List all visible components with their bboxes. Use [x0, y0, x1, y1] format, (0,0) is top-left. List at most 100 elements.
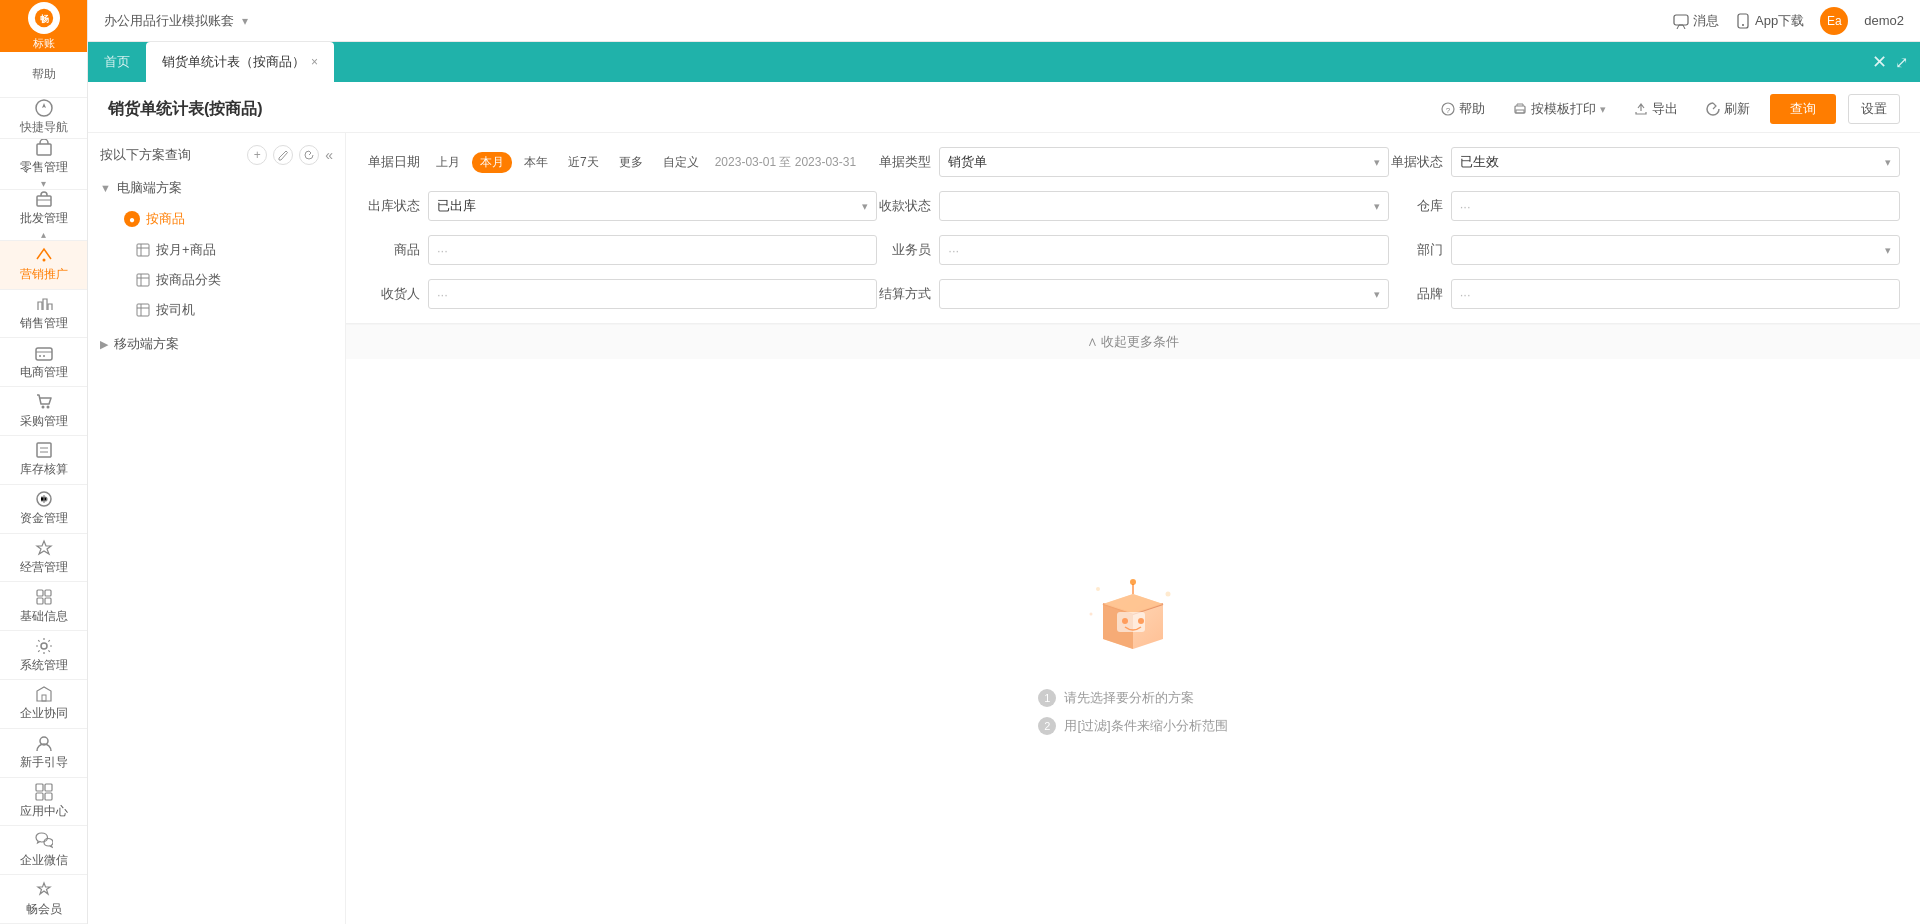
- tab-sales-stat[interactable]: 销货单统计表（按商品） ×: [146, 42, 334, 82]
- sidebar-item-system[interactable]: 系统管理: [0, 631, 88, 680]
- receiver-select[interactable]: ···: [428, 279, 877, 309]
- warehouse-label: 仓库: [1389, 197, 1451, 215]
- wholesale-arrow: ▴: [41, 229, 46, 240]
- scheme-item-by-goods[interactable]: ● 按商品: [88, 203, 345, 235]
- sidebar-search[interactable]: 帮助: [0, 52, 88, 97]
- sidebar-item-sales[interactable]: 销售管理: [0, 290, 88, 339]
- print-label: 按模板打印: [1531, 100, 1596, 118]
- marketing-label: 营销推广: [20, 266, 68, 283]
- tab-sales-stat-label: 销货单统计表（按商品）: [162, 53, 305, 71]
- tab-close-icon[interactable]: ×: [311, 55, 318, 69]
- search-label: 帮助: [32, 66, 56, 83]
- app-logo[interactable]: 畅 标账: [0, 0, 88, 52]
- receiver-dots: ···: [437, 287, 868, 302]
- member-icon: [35, 881, 53, 899]
- export-icon: [1634, 102, 1648, 116]
- page-title: 销货单统计表(按商品): [108, 99, 263, 120]
- receipt-status-select[interactable]: ▾: [939, 191, 1388, 221]
- payment-select[interactable]: ▾: [939, 279, 1388, 309]
- date-tab-this-month[interactable]: 本月: [472, 152, 512, 173]
- purchase-icon: [35, 393, 53, 411]
- refresh-label: 刷新: [1724, 100, 1750, 118]
- sidebar-item-purchase[interactable]: 采购管理: [0, 387, 88, 436]
- out-status-arrow: ▾: [862, 200, 868, 213]
- sidebar-item-basic[interactable]: 基础信息: [0, 582, 88, 631]
- scheme-collapse-btn[interactable]: «: [325, 147, 333, 163]
- tip-2-text: 用[过滤]条件来缩小分析范围: [1064, 717, 1227, 735]
- table-icon-3: [136, 303, 150, 317]
- date-tab-7days[interactable]: 近7天: [560, 152, 607, 173]
- doc-status-label: 单据状态: [1389, 153, 1451, 171]
- filter-salesman-group: 业务员 ···: [877, 235, 1388, 265]
- sidebar-item-retail[interactable]: 零售管理 ▾: [0, 139, 88, 190]
- scheme-group-mobile-header[interactable]: ▶ 移动端方案: [88, 329, 345, 359]
- print-arrow[interactable]: ▾: [1600, 103, 1606, 116]
- dept-select[interactable]: ▾: [1451, 235, 1900, 265]
- salesman-dots: ···: [948, 243, 1379, 258]
- warehouse-select[interactable]: ···: [1451, 191, 1900, 221]
- sidebar-item-finance[interactable]: 资金管理: [0, 485, 88, 534]
- refresh-btn[interactable]: 刷新: [1698, 96, 1758, 122]
- workspace-dropdown-arrow[interactable]: ▾: [242, 14, 248, 28]
- user-avatar[interactable]: Ea: [1820, 7, 1848, 35]
- sidebar-item-member[interactable]: 畅会员: [0, 875, 88, 924]
- tab-close-window-icon[interactable]: ✕: [1872, 51, 1887, 73]
- svg-point-2: [36, 100, 52, 116]
- export-btn[interactable]: 导出: [1626, 96, 1686, 122]
- doc-status-value: 已生效: [1460, 153, 1885, 171]
- sidebar-item-marketing[interactable]: 营销推广: [0, 241, 88, 290]
- date-tab-this-year[interactable]: 本年: [516, 152, 556, 173]
- date-tab-more[interactable]: 更多: [611, 152, 651, 173]
- svg-rect-34: [137, 304, 149, 316]
- sidebar-quick-nav[interactable]: 快捷导航: [0, 98, 88, 139]
- goods-select[interactable]: ···: [428, 235, 877, 265]
- doc-type-select[interactable]: 销货单 ▾: [939, 147, 1388, 177]
- date-tab-last-month[interactable]: 上月: [428, 152, 468, 173]
- filter-dept-group: 部门 ▾: [1389, 235, 1900, 265]
- sidebar-item-appcenter[interactable]: 应用中心: [0, 778, 88, 827]
- edit-icon: [277, 149, 289, 161]
- scheme-group-mobile: ▶ 移动端方案: [88, 329, 345, 359]
- scheme-item-by-cashier[interactable]: 按司机: [88, 295, 345, 325]
- empty-tip-1: 1 请先选择要分析的方案: [1038, 689, 1227, 707]
- sidebar-item-ecommerce[interactable]: 电商管理: [0, 338, 88, 387]
- sidebar-item-operations[interactable]: 经营管理: [0, 534, 88, 583]
- svg-rect-19: [42, 695, 46, 701]
- sidebar-item-wechat[interactable]: 企业微信: [0, 826, 88, 875]
- app-download-btn[interactable]: App下载: [1735, 12, 1804, 30]
- collapse-label: ∧ 收起更多条件: [1087, 333, 1180, 351]
- sidebar-item-inventory[interactable]: 库存核算: [0, 436, 88, 485]
- collapse-bar[interactable]: ∧ 收起更多条件: [346, 324, 1920, 359]
- retail-label: 零售管理: [20, 159, 68, 176]
- print-btn[interactable]: 按模板打印 ▾: [1505, 96, 1614, 122]
- svg-rect-7: [36, 348, 52, 360]
- svg-rect-21: [36, 784, 43, 791]
- message-btn[interactable]: 消息: [1673, 12, 1719, 30]
- scheme-item-by-month-goods[interactable]: 按月+商品: [88, 235, 345, 265]
- retail-arrow: ▾: [41, 178, 46, 189]
- salesman-select[interactable]: ···: [939, 235, 1388, 265]
- scheme-add-btn[interactable]: +: [247, 145, 267, 165]
- help-btn[interactable]: ? 帮助: [1433, 96, 1493, 122]
- date-tabs: 上月 本月 本年 近7天 更多 自定义: [428, 152, 707, 173]
- scheme-group-pc-header[interactable]: ▼ 电脑端方案: [88, 173, 345, 203]
- user-name[interactable]: demo2: [1864, 13, 1904, 28]
- query-btn[interactable]: 查询: [1770, 94, 1836, 124]
- scheme-refresh-btn[interactable]: [299, 145, 319, 165]
- sidebar-item-wholesale[interactable]: 批发管理 ▴: [0, 190, 88, 241]
- doc-status-select[interactable]: 已生效 ▾: [1451, 147, 1900, 177]
- refresh-icon: [1706, 102, 1720, 116]
- tab-home[interactable]: 首页: [88, 42, 146, 82]
- empty-state: 1 请先选择要分析的方案 2 用[过滤]条件来缩小分析范围: [346, 359, 1920, 924]
- sidebar-item-corp[interactable]: 企业协同: [0, 680, 88, 729]
- out-status-select[interactable]: 已出库 ▾: [428, 191, 877, 221]
- brand-select[interactable]: ···: [1451, 279, 1900, 309]
- date-tab-custom[interactable]: 自定义: [655, 152, 707, 173]
- sidebar-item-newbie[interactable]: 新手引导: [0, 729, 88, 778]
- scheme-item-by-category[interactable]: 按商品分类: [88, 265, 345, 295]
- scheme-group-pc-arrow: ▼: [100, 182, 111, 194]
- settings-btn[interactable]: 设置: [1848, 94, 1900, 124]
- filter-rows: 单据日期 上月 本月 本年 近7天 更多 自定义 2023-03-01 至 20…: [346, 133, 1920, 324]
- scheme-edit-btn[interactable]: [273, 145, 293, 165]
- tab-maximize-icon[interactable]: ⤢: [1895, 53, 1908, 72]
